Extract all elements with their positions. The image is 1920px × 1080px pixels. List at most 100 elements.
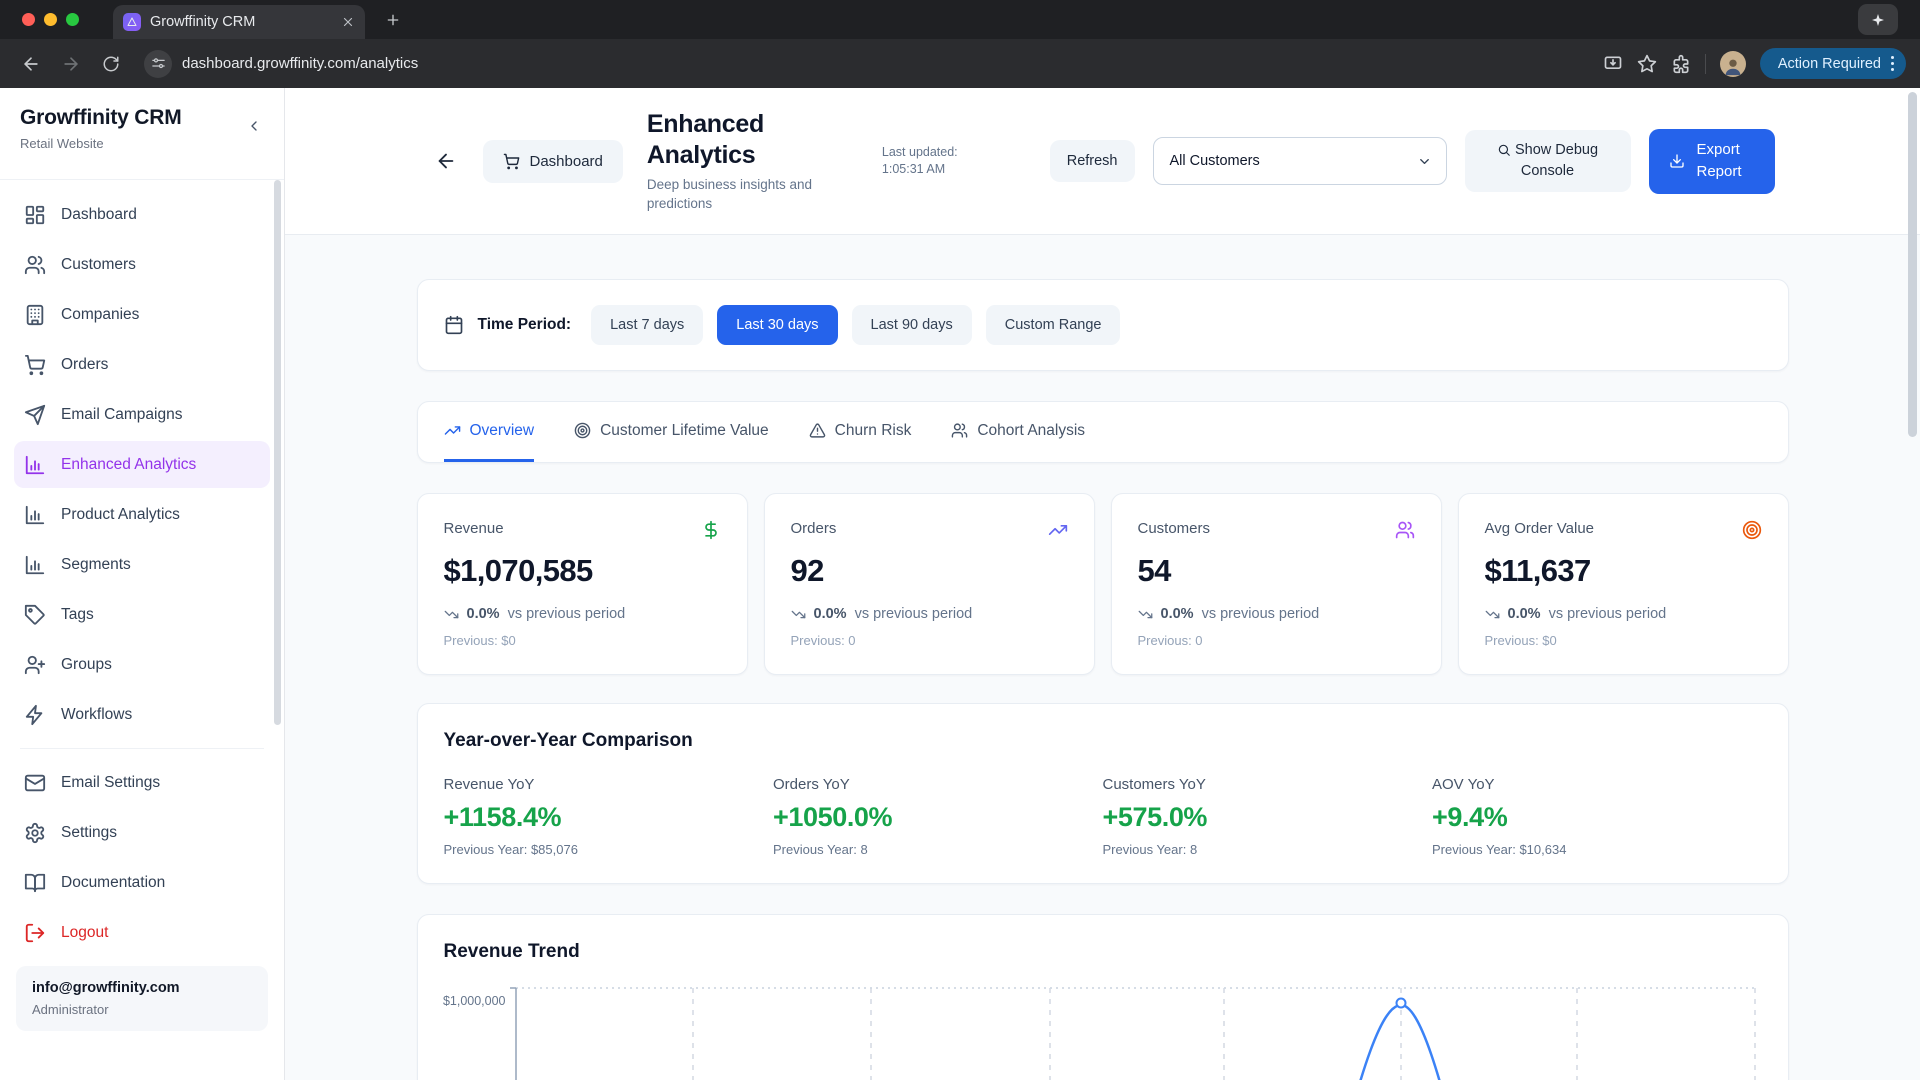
toolbar-divider xyxy=(1705,54,1706,74)
sidebar-item-label: Email Campaigns xyxy=(61,406,182,424)
url-text[interactable]: dashboard.growffinity.com/analytics xyxy=(182,55,418,72)
chevron-left-icon xyxy=(246,118,262,134)
metric-change: 0.0% xyxy=(1508,606,1541,622)
metric-label: Orders xyxy=(791,520,837,537)
search-icon xyxy=(1497,143,1511,157)
page-scrollbar[interactable] xyxy=(1908,92,1917,437)
tab-label: Churn Risk xyxy=(835,422,912,440)
export-report-button[interactable]: Export Report xyxy=(1649,129,1775,194)
window-minimize-button[interactable] xyxy=(44,13,57,26)
time-option-custom-range[interactable]: Custom Range xyxy=(986,305,1121,345)
person-icon xyxy=(1722,55,1744,77)
time-option-last-7-days[interactable]: Last 7 days xyxy=(591,305,703,345)
time-option-last-90-days[interactable]: Last 90 days xyxy=(852,305,972,345)
peak-point-marker[interactable] xyxy=(1396,999,1405,1008)
revenue-line xyxy=(1327,1005,1472,1080)
window-close-button[interactable] xyxy=(22,13,35,26)
time-option-last-30-days[interactable]: Last 30 days xyxy=(717,305,837,345)
tag-icon xyxy=(24,604,46,626)
trending-down-icon xyxy=(791,607,806,622)
tab-customer-lifetime-value[interactable]: Customer Lifetime Value xyxy=(574,402,769,462)
analytics-tabs: Overview Customer Lifetime Value Churn R… xyxy=(417,401,1789,463)
browser-ai-button[interactable] xyxy=(1858,4,1898,35)
sidebar-item-companies[interactable]: Companies xyxy=(14,291,270,338)
tab-cohort-analysis[interactable]: Cohort Analysis xyxy=(951,402,1085,462)
metric-card-revenue: Revenue $1,070,585 0.0% vs previous peri… xyxy=(417,493,748,675)
forward-nav-button[interactable] xyxy=(54,47,88,81)
metric-previous: Previous: $0 xyxy=(444,633,721,648)
logout-icon xyxy=(24,922,46,944)
yoy-label: Orders YoY xyxy=(773,776,1103,793)
bar-chart-icon xyxy=(24,454,46,476)
sidebar-item-email-campaigns[interactable]: Email Campaigns xyxy=(14,391,270,438)
yoy-title: Year-over-Year Comparison xyxy=(444,730,1762,752)
header-actions: Refresh All Customers Show Debug Console… xyxy=(1050,129,1775,194)
sidebar-item-label: Email Settings xyxy=(61,774,160,792)
last-updated: Last updated: 1:05:31 AM xyxy=(882,144,1007,179)
sidebar-header: Growffinity CRM Retail Website xyxy=(0,88,284,180)
action-required-badge[interactable]: Action Required xyxy=(1760,48,1906,79)
sidebar-item-label: Tags xyxy=(61,606,94,624)
browser-tab-bar: Growffinity CRM xyxy=(0,0,1920,39)
customer-filter-value: All Customers xyxy=(1170,153,1260,169)
window-zoom-button[interactable] xyxy=(66,13,79,26)
kebab-menu-icon[interactable] xyxy=(1891,56,1894,71)
tab-overview[interactable]: Overview xyxy=(444,402,535,462)
sidebar: Growffinity CRM Retail Website Dashboard… xyxy=(0,88,285,1080)
refresh-button[interactable]: Refresh xyxy=(1050,140,1135,182)
revenue-trend-title: Revenue Trend xyxy=(418,941,1788,963)
sidebar-item-dashboard[interactable]: Dashboard xyxy=(14,191,270,238)
sidebar-item-groups[interactable]: Groups xyxy=(14,641,270,688)
sidebar-item-workflows[interactable]: Workflows xyxy=(14,691,270,738)
metric-label: Avg Order Value xyxy=(1485,520,1595,537)
sidebar-item-email-settings[interactable]: Email Settings xyxy=(14,759,270,806)
url-bar[interactable]: dashboard.growffinity.com/analytics xyxy=(144,46,1587,82)
users-icon xyxy=(1395,520,1415,540)
yoy-previous: Previous Year: 8 xyxy=(1103,842,1433,857)
metric-value: 92 xyxy=(791,553,1068,589)
new-tab-button[interactable] xyxy=(379,6,407,34)
debug-button-label: Show Debug Console xyxy=(1515,142,1598,179)
sidebar-item-label: Groups xyxy=(61,656,112,674)
sidebar-item-orders[interactable]: Orders xyxy=(14,341,270,388)
yoy-previous: Previous Year: $85,076 xyxy=(444,842,774,857)
sidebar-item-customers[interactable]: Customers xyxy=(14,241,270,288)
metric-change: 0.0% xyxy=(814,606,847,622)
sidebar-item-documentation[interactable]: Documentation xyxy=(14,859,270,906)
show-debug-console-button[interactable]: Show Debug Console xyxy=(1465,130,1631,192)
sidebar-item-label: Logout xyxy=(61,924,108,942)
sidebar-item-product-analytics[interactable]: Product Analytics xyxy=(14,491,270,538)
download-icon xyxy=(1669,153,1685,169)
sidebar-scrollbar[interactable] xyxy=(274,180,281,725)
book-icon xyxy=(24,872,46,894)
sidebar-item-tags[interactable]: Tags xyxy=(14,591,270,638)
metric-previous: Previous: 0 xyxy=(1138,633,1415,648)
dashboard-button[interactable]: Dashboard xyxy=(483,140,623,183)
sidebar-item-settings[interactable]: Settings xyxy=(14,809,270,856)
trending-up-icon xyxy=(1048,520,1068,540)
bookmark-star-icon[interactable] xyxy=(1637,54,1657,74)
browser-tab[interactable]: Growffinity CRM xyxy=(113,5,365,39)
metric-cards: Revenue $1,070,585 0.0% vs previous peri… xyxy=(417,493,1789,675)
back-nav-button[interactable] xyxy=(14,47,48,81)
page-header: Dashboard Enhanced Analytics Deep busine… xyxy=(285,88,1920,235)
bar-chart-icon xyxy=(24,554,46,576)
cast-download-icon[interactable] xyxy=(1603,54,1623,74)
customer-filter-select[interactable]: All Customers xyxy=(1153,137,1447,185)
profile-avatar[interactable] xyxy=(1720,51,1746,77)
back-button[interactable] xyxy=(435,150,457,172)
metric-change-note: vs previous period xyxy=(855,606,973,622)
dashboard-button-label: Dashboard xyxy=(530,153,603,170)
reload-button[interactable] xyxy=(94,47,128,81)
sidebar-item-segments[interactable]: Segments xyxy=(14,541,270,588)
sidebar-item-label: Enhanced Analytics xyxy=(61,456,196,474)
dashboard-icon xyxy=(24,204,46,226)
tab-close-icon[interactable] xyxy=(341,15,355,29)
sidebar-item-enhanced-analytics[interactable]: Enhanced Analytics xyxy=(14,441,270,488)
extensions-puzzle-icon[interactable] xyxy=(1671,54,1691,74)
sidebar-collapse-button[interactable] xyxy=(246,118,262,134)
tab-churn-risk[interactable]: Churn Risk xyxy=(809,402,912,462)
metric-card-customers: Customers 54 0.0% vs previous period Pre… xyxy=(1111,493,1442,675)
sidebar-item-logout[interactable]: Logout xyxy=(14,909,270,956)
site-settings-icon[interactable] xyxy=(144,50,172,78)
